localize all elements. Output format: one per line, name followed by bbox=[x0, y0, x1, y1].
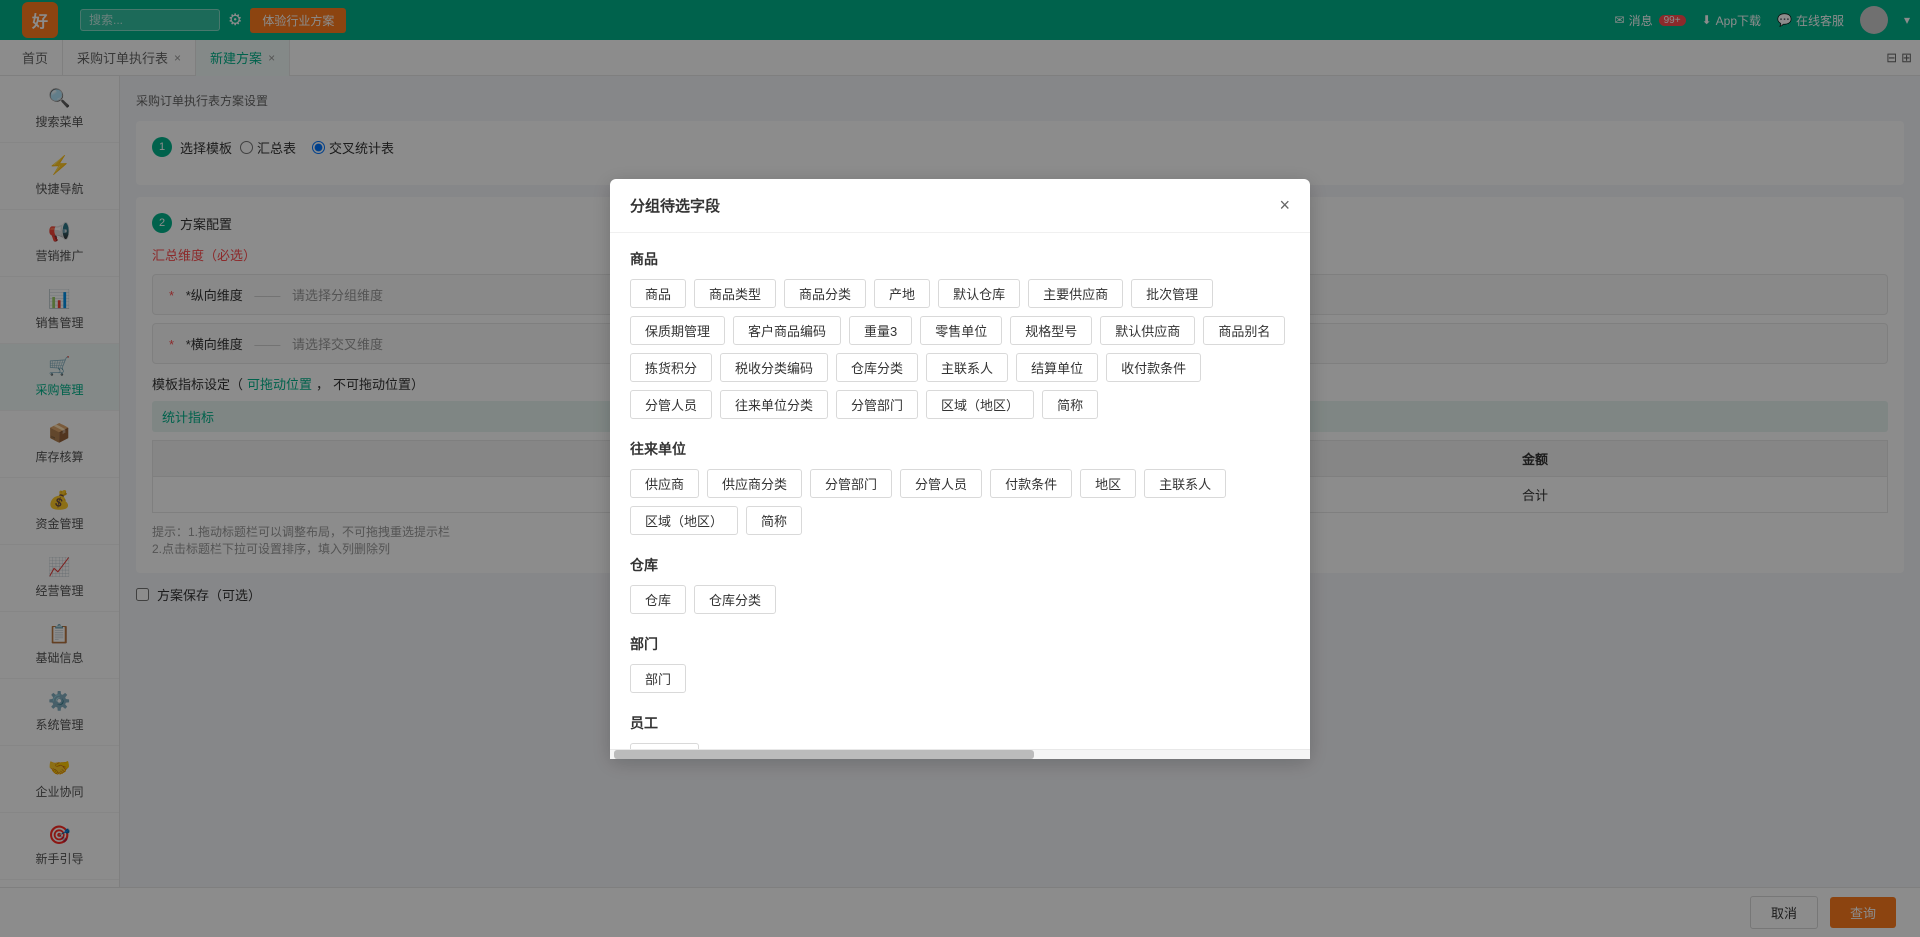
field-tag-0-17[interactable]: 主联系人 bbox=[926, 353, 1008, 382]
field-tag-0-10[interactable]: 零售单位 bbox=[920, 316, 1002, 345]
field-tag-1-8[interactable]: 简称 bbox=[746, 506, 802, 535]
field-group-title-3: 部门 bbox=[630, 634, 1290, 654]
field-group-3: 部门部门 bbox=[630, 634, 1290, 693]
field-tag-0-15[interactable]: 税收分类编码 bbox=[720, 353, 828, 382]
field-tag-1-3[interactable]: 分管人员 bbox=[900, 469, 982, 498]
field-tag-0-3[interactable]: 产地 bbox=[874, 279, 930, 308]
field-tag-0-14[interactable]: 拣货积分 bbox=[630, 353, 712, 382]
field-group-title-4: 员工 bbox=[630, 713, 1290, 733]
field-tag-0-20[interactable]: 分管人员 bbox=[630, 390, 712, 419]
field-tag-0-9[interactable]: 重量3 bbox=[849, 316, 912, 345]
field-tag-0-22[interactable]: 分管部门 bbox=[836, 390, 918, 419]
field-group-4: 员工业务员 bbox=[630, 713, 1290, 749]
field-group-title-0: 商品 bbox=[630, 249, 1290, 269]
field-tag-1-1[interactable]: 供应商分类 bbox=[707, 469, 802, 498]
field-tag-0-12[interactable]: 默认供应商 bbox=[1100, 316, 1195, 345]
field-tag-0-23[interactable]: 区域（地区） bbox=[926, 390, 1034, 419]
field-tag-0-4[interactable]: 默认仓库 bbox=[938, 279, 1020, 308]
modal-close-button[interactable]: × bbox=[1279, 195, 1290, 216]
field-tag-1-4[interactable]: 付款条件 bbox=[990, 469, 1072, 498]
field-tag-0-11[interactable]: 规格型号 bbox=[1010, 316, 1092, 345]
field-tag-1-2[interactable]: 分管部门 bbox=[810, 469, 892, 498]
field-group-2: 仓库仓库仓库分类 bbox=[630, 555, 1290, 614]
field-tags-3: 部门 bbox=[630, 664, 1290, 693]
field-group-title-2: 仓库 bbox=[630, 555, 1290, 575]
field-tag-3-0[interactable]: 部门 bbox=[630, 664, 686, 693]
field-tag-0-0[interactable]: 商品 bbox=[630, 279, 686, 308]
field-tag-2-0[interactable]: 仓库 bbox=[630, 585, 686, 614]
field-tag-0-19[interactable]: 收付款条件 bbox=[1106, 353, 1201, 382]
field-tags-1: 供应商供应商分类分管部门分管人员付款条件地区主联系人区域（地区） 简称 bbox=[630, 469, 1290, 535]
modal-hscroll[interactable] bbox=[610, 749, 1310, 759]
field-tag-0-24[interactable]: 简称 bbox=[1042, 390, 1098, 419]
field-tag-1-5[interactable]: 地区 bbox=[1080, 469, 1136, 498]
field-group-title-1: 往来单位 bbox=[630, 439, 1290, 459]
field-tag-2-1[interactable]: 仓库分类 bbox=[694, 585, 776, 614]
modal: 分组待选字段 × 商品商品商品类型商品分类产地默认仓库主要供应商批次管理保质期管… bbox=[610, 179, 1310, 759]
modal-overlay: 分组待选字段 × 商品商品商品类型商品分类产地默认仓库主要供应商批次管理保质期管… bbox=[0, 0, 1920, 937]
field-tag-1-6[interactable]: 主联系人 bbox=[1144, 469, 1226, 498]
field-group-0: 商品商品商品类型商品分类产地默认仓库主要供应商批次管理保质期管理客户商品编码重量… bbox=[630, 249, 1290, 419]
modal-title: 分组待选字段 bbox=[630, 195, 720, 216]
field-tag-0-7[interactable]: 保质期管理 bbox=[630, 316, 725, 345]
field-tag-0-1[interactable]: 商品类型 bbox=[694, 279, 776, 308]
field-tag-0-16[interactable]: 仓库分类 bbox=[836, 353, 918, 382]
field-tag-0-2[interactable]: 商品分类 bbox=[784, 279, 866, 308]
field-tag-0-21[interactable]: 往来单位分类 bbox=[720, 390, 828, 419]
field-tag-0-8[interactable]: 客户商品编码 bbox=[733, 316, 841, 345]
field-tags-0: 商品商品类型商品分类产地默认仓库主要供应商批次管理保质期管理客户商品编码重量3 零… bbox=[630, 279, 1290, 419]
field-tag-0-5[interactable]: 主要供应商 bbox=[1028, 279, 1123, 308]
field-tag-1-7[interactable]: 区域（地区） bbox=[630, 506, 738, 535]
modal-header: 分组待选字段 × bbox=[610, 179, 1310, 233]
field-tag-0-6[interactable]: 批次管理 bbox=[1131, 279, 1213, 308]
field-tag-0-13[interactable]: 商品别名 bbox=[1203, 316, 1285, 345]
modal-body: 商品商品商品类型商品分类产地默认仓库主要供应商批次管理保质期管理客户商品编码重量… bbox=[610, 233, 1310, 749]
field-tag-1-0[interactable]: 供应商 bbox=[630, 469, 699, 498]
field-tag-0-18[interactable]: 结算单位 bbox=[1016, 353, 1098, 382]
field-tags-2: 仓库仓库分类 bbox=[630, 585, 1290, 614]
field-group-1: 往来单位供应商供应商分类分管部门分管人员付款条件地区主联系人区域（地区） 简称 bbox=[630, 439, 1290, 535]
